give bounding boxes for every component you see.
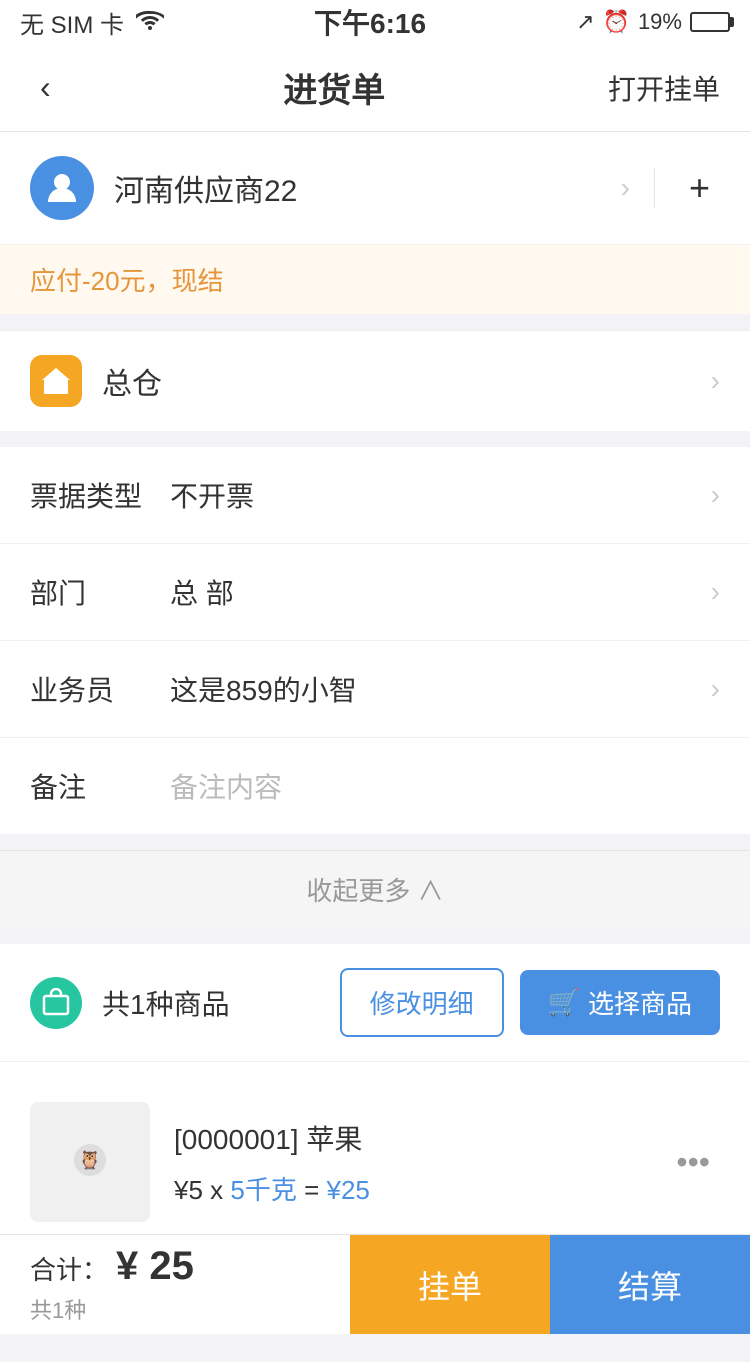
ticket-type-value: 不开票 xyxy=(150,475,711,515)
checkout-button[interactable]: 结算 xyxy=(550,1235,750,1334)
supplier-avatar xyxy=(30,156,94,220)
cart-icon: 🛒 xyxy=(548,987,580,1018)
form-section: 票据类型 不开票 › 部门 总 部 › 业务员 这是859的小智 › 备注 备注… xyxy=(0,447,750,834)
salesman-label: 业务员 xyxy=(30,669,150,709)
warning-text: 应付-20元，现结 xyxy=(30,266,224,296)
back-button[interactable]: ‹ xyxy=(30,59,61,116)
ticket-type-label: 票据类型 xyxy=(30,475,150,515)
footer: 合计： ¥ 25 共1种 挂单 结算 xyxy=(0,1234,750,1334)
supplier-card: 河南供应商22 › + 应付-20元，现结 xyxy=(0,132,750,314)
remark-row[interactable]: 备注 备注内容 xyxy=(0,738,750,834)
status-left: 无 SIM 卡 xyxy=(20,5,164,40)
warehouse-card: 总仓 › xyxy=(0,330,750,431)
content: 河南供应商22 › + 应付-20元，现结 总仓 › 票据类型 不开票 › 部门… xyxy=(0,132,750,1362)
ticket-type-chevron-icon: › xyxy=(711,479,720,511)
open-pending-button[interactable]: 打开挂单 xyxy=(608,68,720,108)
collapse-label: 收起更多 ∧ xyxy=(306,876,443,906)
footer-total-area: 合计： ¥ 25 共1种 xyxy=(0,1235,350,1334)
divider xyxy=(654,168,655,208)
battery-percent: 19% xyxy=(638,9,682,35)
location-icon: ↗ xyxy=(576,9,594,35)
total-sub: 共1种 xyxy=(30,1293,320,1325)
edit-detail-button[interactable]: 修改明细 xyxy=(340,968,504,1037)
product-name: [0000001] 苹果 xyxy=(174,1118,666,1158)
department-value: 总 部 xyxy=(150,572,711,612)
total-label-row: 合计： ¥ 25 xyxy=(30,1244,320,1289)
hang-button[interactable]: 挂单 xyxy=(350,1235,550,1334)
equals: = xyxy=(304,1175,326,1205)
product-info: [0000001] 苹果 ¥5 x 5千克 = ¥25 xyxy=(174,1118,666,1207)
supplier-name: 河南供应商22 xyxy=(114,166,621,210)
supplier-row[interactable]: 河南供应商22 › + xyxy=(0,132,750,245)
wifi-icon xyxy=(136,8,164,37)
salesman-chevron-icon: › xyxy=(711,673,720,705)
total-amount: ¥ 25 xyxy=(116,1244,194,1289)
product-count-text: 共1种商品 xyxy=(102,983,340,1023)
product-section: 共1种商品 修改明细 🛒 选择商品 🦉 [0000001] 苹果 ¥5 x xyxy=(0,944,750,1246)
warehouse-chevron-icon: › xyxy=(711,365,720,397)
product-item: 🦉 [0000001] 苹果 ¥5 x 5千克 = ¥25 ••• xyxy=(0,1078,750,1246)
battery-icon xyxy=(690,12,730,32)
department-chevron-icon: › xyxy=(711,576,720,608)
unit-price: ¥5 x xyxy=(174,1175,230,1205)
svg-text:🦉: 🦉 xyxy=(79,1150,101,1170)
nav-bar: ‹ 进货单 打开挂单 xyxy=(0,44,750,132)
collapse-row[interactable]: 收起更多 ∧ xyxy=(0,850,750,928)
ticket-type-row[interactable]: 票据类型 不开票 › xyxy=(0,447,750,544)
status-time: 下午6:16 xyxy=(314,2,426,42)
warehouse-icon xyxy=(30,355,82,407)
product-price-row: ¥5 x 5千克 = ¥25 xyxy=(174,1170,666,1207)
add-supplier-button[interactable]: + xyxy=(679,167,720,209)
warehouse-name: 总仓 xyxy=(102,359,711,403)
more-options-button[interactable]: ••• xyxy=(666,1144,720,1181)
total-price: ¥25 xyxy=(327,1175,370,1205)
alarm-icon: ⏰ xyxy=(603,9,630,35)
status-right: ↗ ⏰ 19% xyxy=(576,9,730,35)
salesman-value: 这是859的小智 xyxy=(150,669,711,709)
product-header: 共1种商品 修改明细 🛒 选择商品 xyxy=(0,944,750,1062)
page-title: 进货单 xyxy=(283,63,385,112)
product-icon xyxy=(30,977,82,1029)
product-code: [0000001] 苹果 xyxy=(174,1124,362,1155)
supplier-chevron-icon: › xyxy=(621,172,630,204)
department-label: 部门 xyxy=(30,572,150,612)
remark-input[interactable]: 备注内容 xyxy=(150,766,720,806)
total-label: 合计： xyxy=(30,1250,108,1287)
warehouse-row[interactable]: 总仓 › xyxy=(0,330,750,431)
department-row[interactable]: 部门 总 部 › xyxy=(0,544,750,641)
quantity: 5千克 xyxy=(230,1175,296,1205)
product-thumbnail: 🦉 xyxy=(30,1102,150,1222)
carrier-text: 无 SIM 卡 xyxy=(20,5,124,40)
remark-label: 备注 xyxy=(30,766,150,806)
salesman-row[interactable]: 业务员 这是859的小智 › xyxy=(0,641,750,738)
select-product-label: 选择商品 xyxy=(588,984,692,1021)
warning-banner: 应付-20元，现结 xyxy=(0,245,750,314)
select-product-button[interactable]: 🛒 选择商品 xyxy=(520,970,720,1035)
status-bar: 无 SIM 卡 下午6:16 ↗ ⏰ 19% xyxy=(0,0,750,44)
